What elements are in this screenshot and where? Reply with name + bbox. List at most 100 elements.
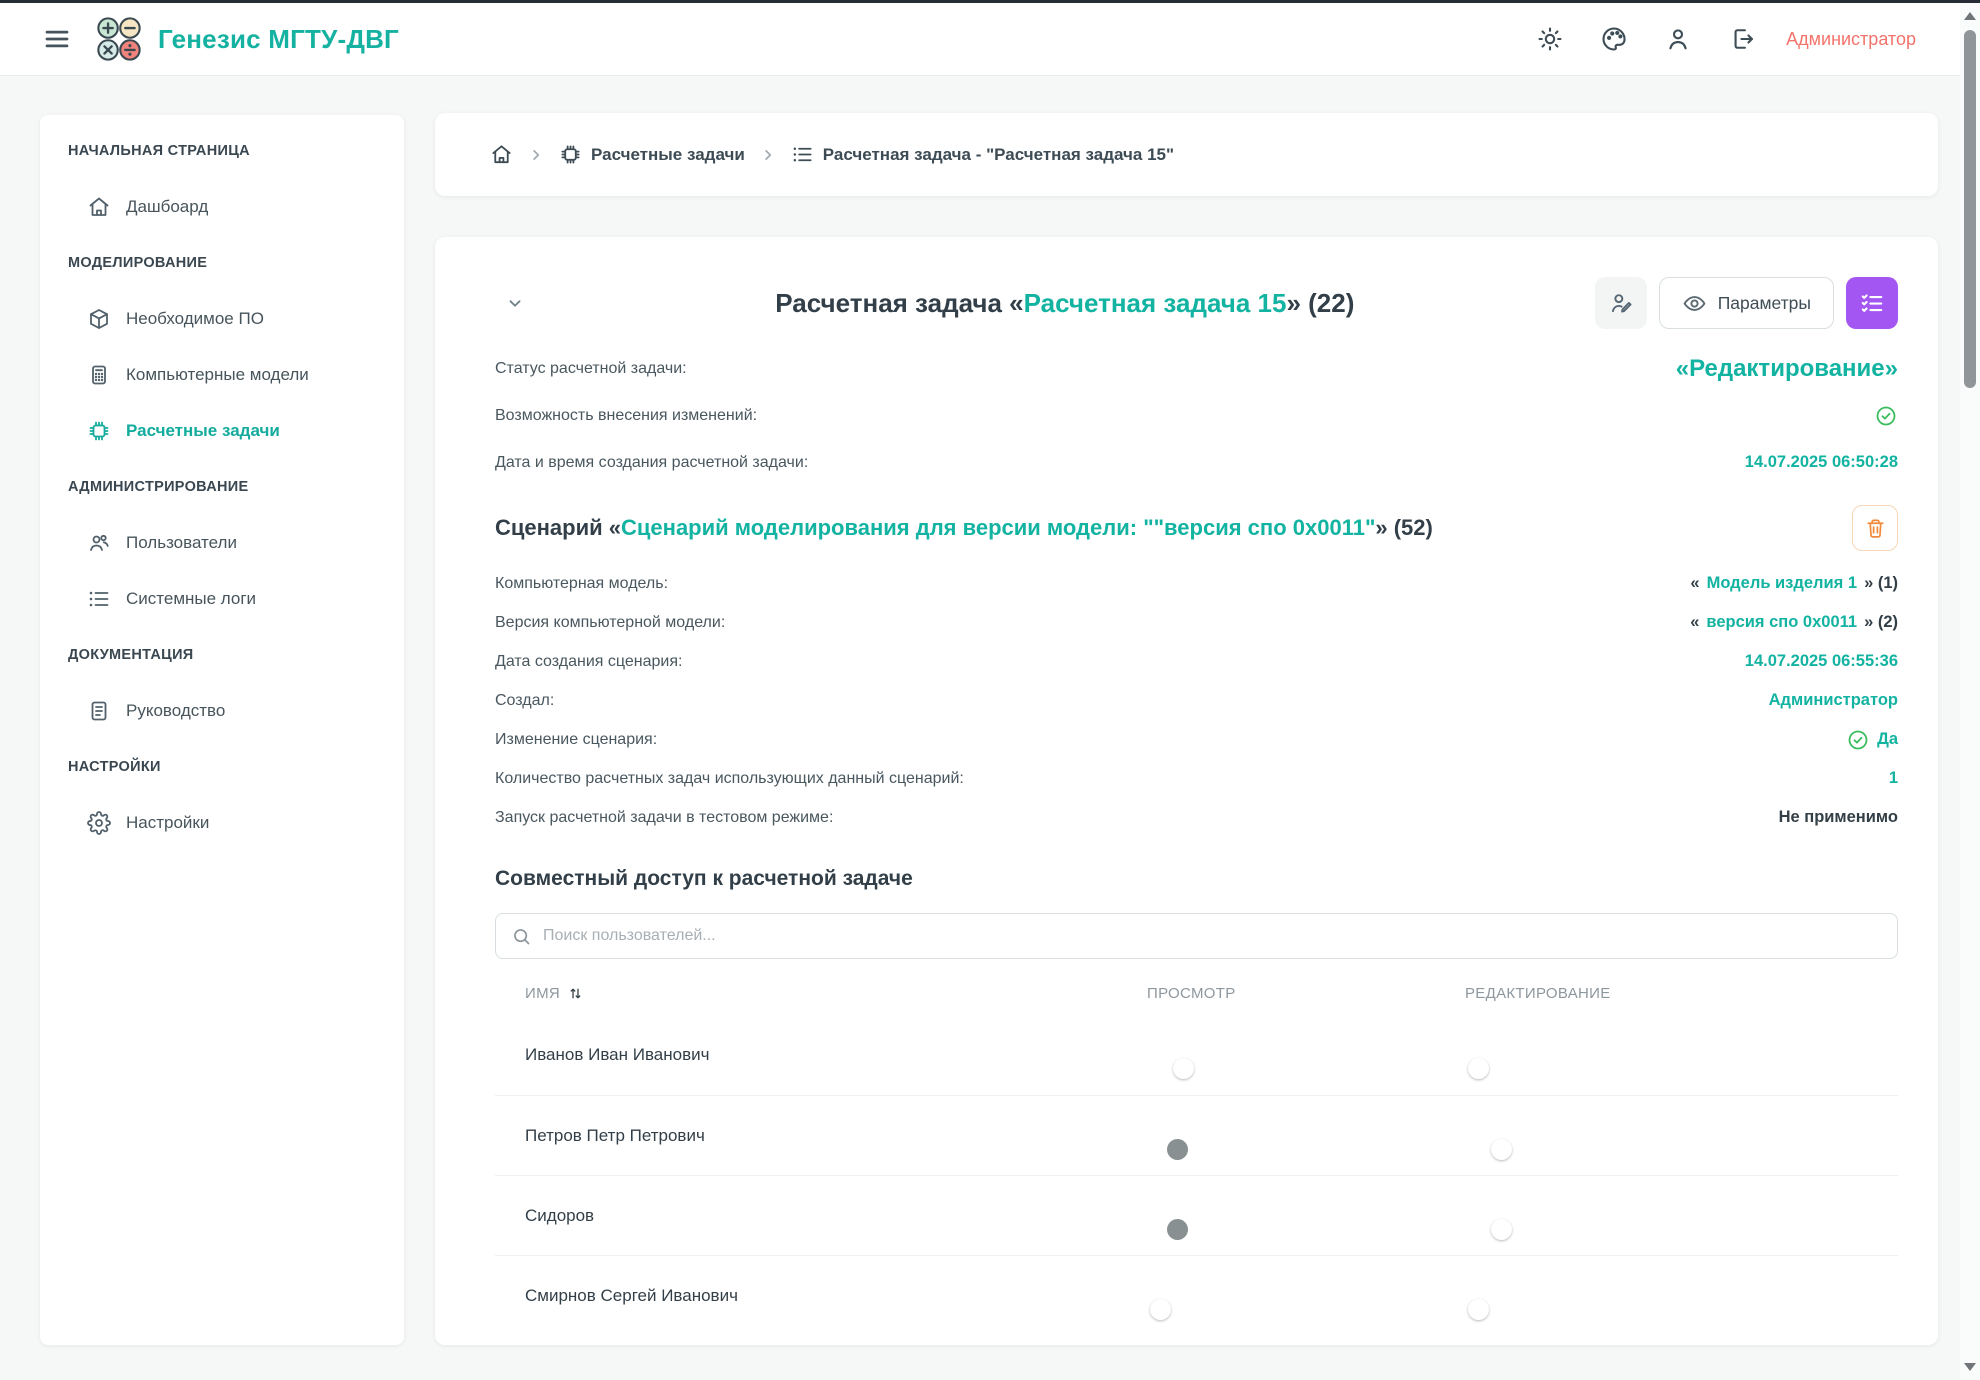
- table-row: Сидоров: [495, 1175, 1898, 1255]
- toggle-knob: [1167, 1218, 1188, 1240]
- breadcrumb-label: Расчетные задачи: [591, 144, 745, 164]
- toggle-knob: [1491, 1218, 1512, 1240]
- user-name: Иванов Иван Иванович: [525, 1045, 710, 1064]
- scroll-up-arrow[interactable]: [1963, 11, 1977, 21]
- field-row: Возможность внесения изменений:: [495, 392, 1898, 439]
- sidebar-item-label: Системные логи: [126, 589, 257, 608]
- sidebar-item-label: Расчетные задачи: [126, 421, 280, 440]
- sidebar-item-label: Пользователи: [126, 533, 237, 552]
- field-label: Создал:: [495, 691, 555, 709]
- theme-sun-icon[interactable]: [1536, 25, 1564, 53]
- sidebar-item-home[interactable]: Дашбоард: [40, 179, 404, 235]
- breadcrumb-current: Расчетная задача - "Расчетная задача 15": [791, 143, 1174, 166]
- parameters-button[interactable]: Параметры: [1658, 277, 1834, 329]
- home-icon[interactable]: [490, 143, 513, 166]
- toggle-knob: [1468, 1058, 1489, 1079]
- hamburger-menu-icon[interactable]: [40, 22, 74, 56]
- field-value-text: Да: [1877, 730, 1898, 748]
- field-label: Дата создания сценария:: [495, 652, 683, 670]
- users-icon: [87, 531, 111, 555]
- toggle-knob: [1468, 1298, 1489, 1320]
- task-fields: Статус расчетной задачи: «Редактирование»…: [495, 345, 1898, 486]
- sidebar-item-label: Руководство: [126, 701, 226, 720]
- browser-top-edge: [0, 0, 1980, 3]
- checklist-icon: [1859, 290, 1885, 316]
- sharing-table-body: Иванов Иван Иванович Петров Петр Петрович…: [495, 1015, 1898, 1335]
- user-name: Смирнов Сергей Иванович: [525, 1285, 738, 1305]
- sidebar-item-chip[interactable]: Расчетные задачи: [40, 403, 404, 459]
- page-title: Расчетная задача «Расчетная задача 15» (…: [775, 287, 1355, 318]
- user-name: Петров Петр Петрович: [525, 1125, 705, 1145]
- user-search: [495, 913, 1898, 959]
- current-user-label[interactable]: Администратор: [1786, 29, 1916, 50]
- search-input[interactable]: [543, 927, 1882, 945]
- field-value: 1: [1889, 769, 1898, 788]
- sharing-table-header: ИМЯ ПРОСМОТР РЕДАКТИРОВАНИЕ: [495, 971, 1898, 1015]
- sidebar-section-title: МОДЕЛИРОВАНИЕ: [68, 255, 208, 271]
- field-value: 14.07.2025 06:55:36: [1745, 652, 1898, 671]
- column-view-label: ПРОСМОТР: [1147, 984, 1236, 1002]
- breadcrumb: Расчетные задачи Расчетная задача - "Рас…: [435, 113, 1938, 196]
- sidebar-nav: НАЧАЛЬНАЯ СТРАНИЦА Дашбоард МОДЕЛИРОВАНИЕ Н…: [40, 115, 404, 1345]
- scenario-fields: Компьютерная модель: « Модель изделия 1 » (…: [495, 564, 1898, 837]
- sidebar-item-label: Компьютерные модели: [126, 365, 309, 384]
- sidebar-item-calculator[interactable]: Компьютерные модели: [40, 347, 404, 403]
- field-label: Изменение сценария:: [495, 730, 658, 748]
- delete-scenario-button[interactable]: [1852, 505, 1898, 551]
- field-value-text: «: [1690, 574, 1700, 592]
- user-edit-icon: [1608, 290, 1634, 316]
- app-logo-icon: [94, 14, 144, 64]
- field-row: Дата создания сценария: 14.07.2025 06:55:…: [495, 642, 1898, 681]
- checklist-button[interactable]: [1846, 277, 1898, 329]
- toggle-knob: [1150, 1298, 1171, 1320]
- field-value: 14.07.2025 06:50:28: [1745, 453, 1898, 472]
- manage-access-button[interactable]: [1594, 277, 1647, 329]
- field-label: Запуск расчетной задачи в тестовом режим…: [495, 808, 834, 826]
- field-value: [1874, 404, 1898, 428]
- sidebar-item-cube[interactable]: Необходимое ПО: [40, 291, 404, 347]
- field-row: Создал: Администратор: [495, 681, 1898, 720]
- collapse-chevron-icon[interactable]: [495, 292, 535, 314]
- field-value-text: 14.07.2025 06:55:36: [1744, 652, 1898, 670]
- scrollbar-thumb[interactable]: [1964, 30, 1976, 388]
- field-row: Дата и время создания расчетной задачи: 1…: [495, 439, 1898, 486]
- chip-icon: [559, 143, 582, 166]
- sidebar-item-label: Необходимое ПО: [126, 309, 264, 328]
- column-name-label: ИМЯ: [525, 984, 561, 1002]
- list-icon: [87, 587, 111, 611]
- field-value: Администратор: [1769, 691, 1898, 710]
- toggle-knob: [1173, 1058, 1194, 1079]
- app-title: Генезис МГТУ-ДВГ: [158, 23, 399, 54]
- page-scrollbar[interactable]: [1960, 3, 1980, 1380]
- breadcrumb-link-tasks[interactable]: Расчетные задачи: [559, 143, 745, 166]
- sidebar-item-gear[interactable]: Настройки: [40, 795, 404, 851]
- sidebar-item-users[interactable]: Пользователи: [40, 515, 404, 571]
- sidebar-section-title: НАЧАЛЬНАЯ СТРАНИЦА: [68, 143, 250, 159]
- toggle-knob: [1491, 1138, 1512, 1160]
- user-icon[interactable]: [1664, 25, 1692, 53]
- calculator-icon: [87, 363, 111, 387]
- table-row: Петров Петр Петрович: [495, 1095, 1898, 1175]
- sort-icon[interactable]: [567, 985, 584, 1002]
- field-value-text: » (1): [1864, 574, 1898, 592]
- user-name: Сидоров: [525, 1205, 595, 1225]
- field-label: Статус расчетной задачи:: [495, 359, 687, 377]
- logout-icon[interactable]: [1728, 25, 1756, 53]
- sidebar-section-title: ДОКУМЕНТАЦИЯ: [68, 647, 194, 663]
- palette-icon[interactable]: [1600, 25, 1628, 53]
- book-icon: [87, 699, 111, 723]
- field-label: Количество расчетных задач использующих …: [495, 769, 964, 787]
- sidebar-item-book[interactable]: Руководство: [40, 683, 404, 739]
- field-value-text: версия спо 0x0011: [1706, 613, 1858, 631]
- field-value: «Редактирование»: [1676, 355, 1898, 383]
- task-card: Расчетная задача «Расчетная задача 15» (…: [435, 237, 1938, 1345]
- task-name-highlight: Расчетная задача 15: [1023, 287, 1287, 318]
- field-value-text: «: [1690, 613, 1700, 631]
- scenario-title: Сценарий «Сценарий моделирования для вер…: [495, 515, 1433, 540]
- scroll-down-arrow[interactable]: [1963, 1362, 1977, 1372]
- sidebar-item-list[interactable]: Системные логи: [40, 571, 404, 627]
- field-value: Да: [1846, 728, 1898, 752]
- app-header: Генезис МГТУ-ДВГ Администратор: [0, 3, 1980, 76]
- eye-icon: [1682, 291, 1707, 316]
- field-row: Запуск расчетной задачи в тестовом режим…: [495, 798, 1898, 837]
